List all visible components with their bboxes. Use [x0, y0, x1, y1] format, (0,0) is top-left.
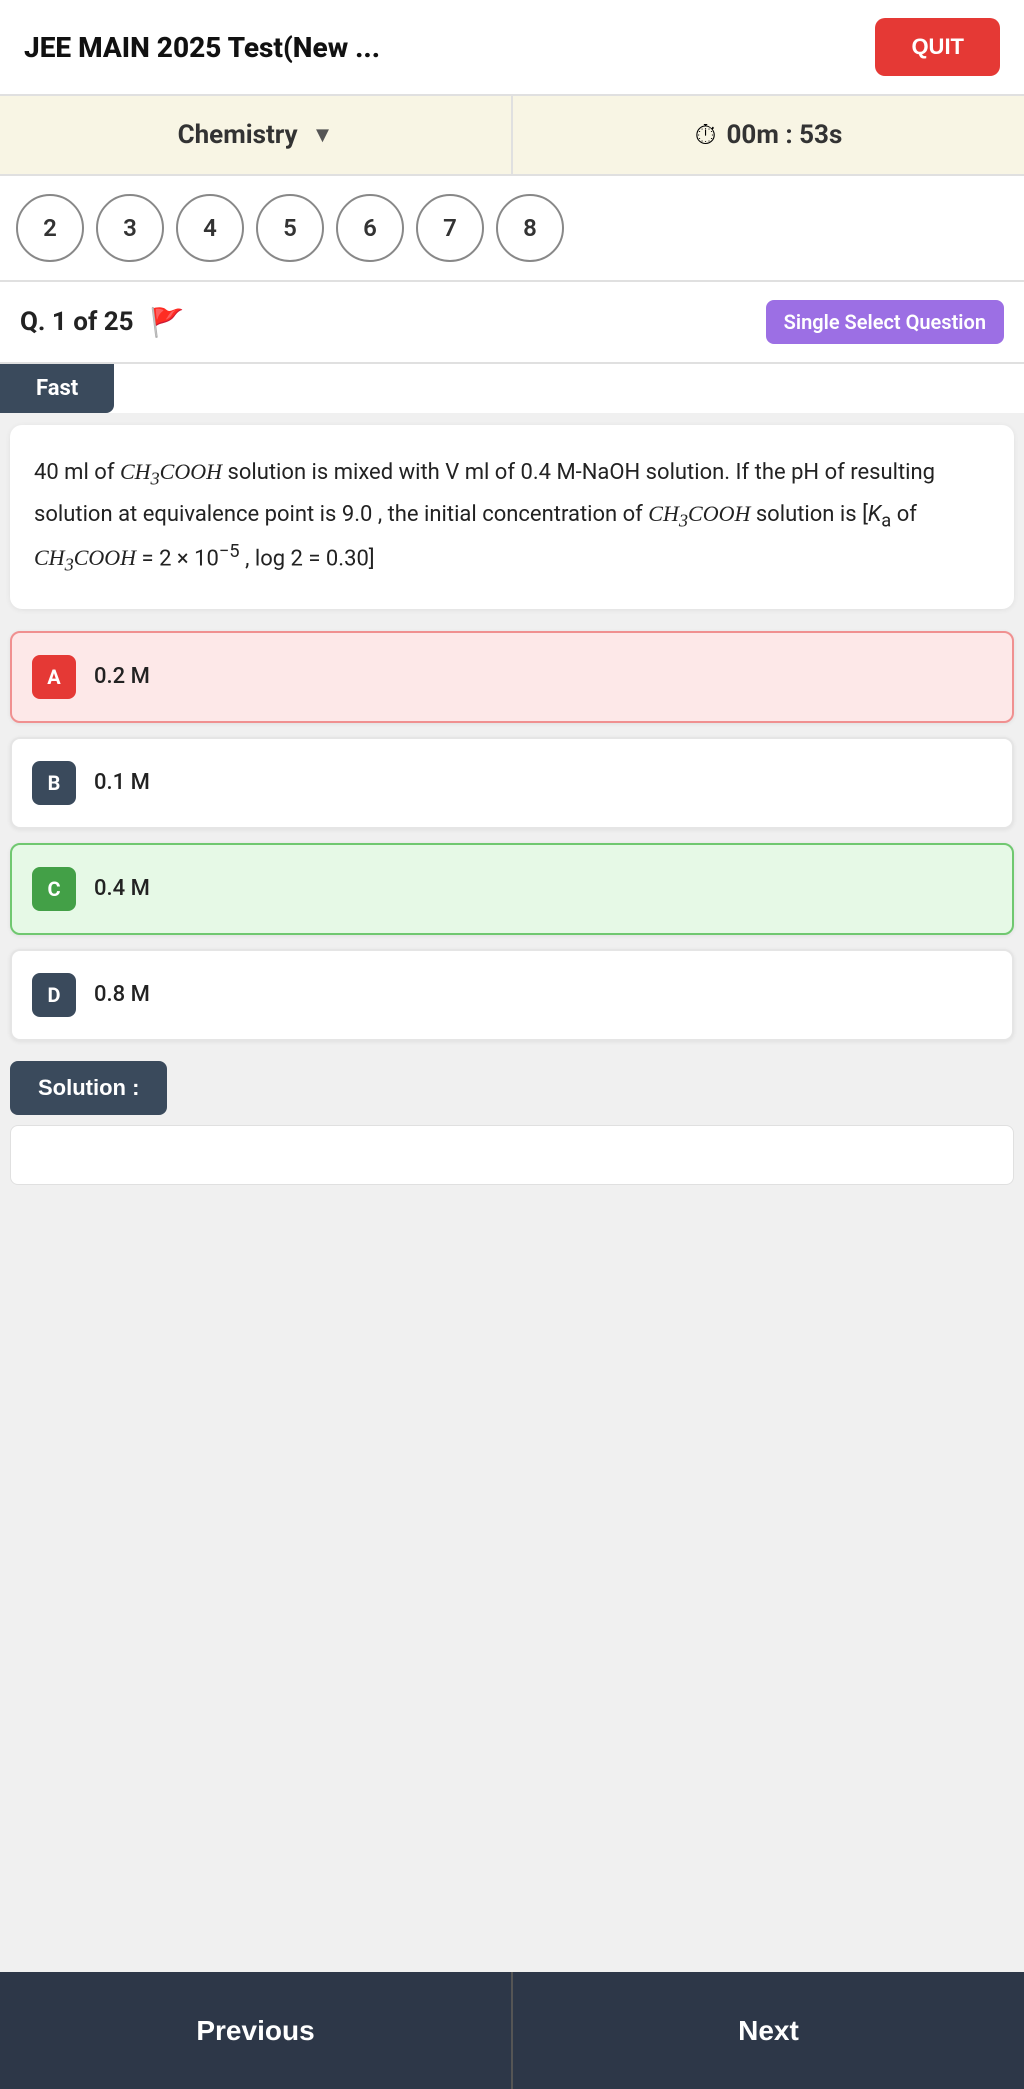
subject-timer-bar: Chemistry ▼ ⏱ 00m : 53s [0, 96, 1024, 176]
previous-button[interactable]: Previous [0, 1972, 513, 2089]
fast-badge: Fast [0, 364, 114, 413]
solution-button[interactable]: Solution : [10, 1061, 167, 1115]
fast-badge-row: Fast [0, 364, 1024, 413]
question-number-6[interactable]: 6 [336, 194, 404, 262]
formula-ch3cooh-3: CH3COOH [34, 545, 136, 570]
timer-display: 00m : 53s [727, 120, 843, 150]
question-number-4[interactable]: 4 [176, 194, 244, 262]
option-a[interactable]: A 0.2 M [10, 631, 1014, 723]
option-b-text: 0.1 M [94, 770, 150, 795]
option-c[interactable]: C 0.4 M [10, 843, 1014, 935]
question-numbers-row: 2 3 4 5 6 7 8 [0, 176, 1024, 282]
timer-section: ⏱ 00m : 53s [513, 96, 1024, 174]
flag-icon[interactable]: 🚩 [150, 306, 185, 339]
formula-ch3cooh-1: CH3COOH [120, 459, 222, 484]
option-d-badge: D [32, 973, 76, 1017]
question-meta-row: Q. 1 of 25 🚩 Single Select Question [0, 282, 1024, 364]
question-content: 40 ml of CH3COOH solution is mixed with … [10, 425, 1014, 609]
option-d-text: 0.8 M [94, 982, 150, 1007]
formula-ch3cooh-2: CH3COOH [648, 501, 750, 526]
solution-content [10, 1125, 1014, 1185]
option-d[interactable]: D 0.8 M [10, 949, 1014, 1041]
clock-icon: ⏱ [695, 118, 717, 152]
quit-button[interactable]: QUIT [875, 18, 1000, 76]
subject-dropdown[interactable]: Chemistry ▼ [0, 96, 513, 174]
option-a-text: 0.2 M [94, 664, 150, 689]
question-number-7[interactable]: 7 [416, 194, 484, 262]
question-info: Q. 1 of 25 🚩 [20, 306, 184, 339]
option-c-badge: C [32, 867, 76, 911]
solution-section: Solution : [0, 1051, 1024, 1195]
page-title: JEE MAIN 2025 Test(New ... [24, 31, 380, 64]
question-label: Q. 1 of 25 [20, 307, 134, 337]
question-number-5[interactable]: 5 [256, 194, 324, 262]
option-a-badge: A [32, 655, 76, 699]
question-number-8[interactable]: 8 [496, 194, 564, 262]
question-number-2[interactable]: 2 [16, 194, 84, 262]
next-button[interactable]: Next [513, 1972, 1024, 2089]
question-type-badge: Single Select Question [766, 300, 1004, 344]
header: JEE MAIN 2025 Test(New ... QUIT [0, 0, 1024, 96]
bottom-navigation: Previous Next [0, 1972, 1024, 2089]
option-b-badge: B [32, 761, 76, 805]
chevron-down-icon: ▼ [312, 122, 334, 148]
option-b[interactable]: B 0.1 M [10, 737, 1014, 829]
options-section: A 0.2 M B 0.1 M C 0.4 M D 0.8 M [0, 621, 1024, 1051]
question-number-3[interactable]: 3 [96, 194, 164, 262]
subject-label: Chemistry [178, 120, 298, 150]
option-c-text: 0.4 M [94, 876, 150, 901]
